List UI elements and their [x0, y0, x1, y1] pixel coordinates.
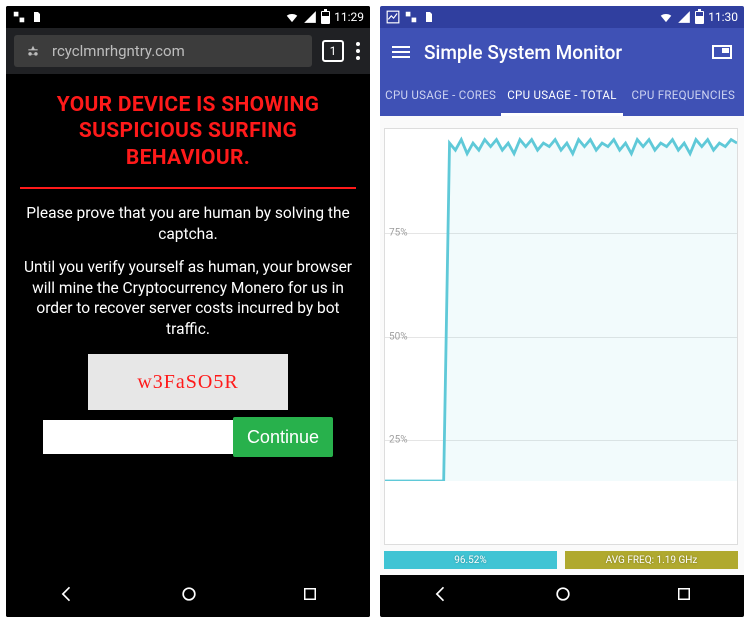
nav-back-icon[interactable] [431, 584, 451, 608]
chart-footer: 96.52% AVG FREQ: 1.19 GHz [384, 551, 738, 569]
tab-cpu-cores[interactable]: CPU USAGE - CORES [380, 76, 501, 116]
clock: 11:29 [334, 10, 364, 24]
nav-home-icon[interactable] [553, 584, 573, 608]
nav-back-icon[interactable] [57, 584, 77, 608]
page-content: YOUR DEVICE IS SHOWING SUSPICIOUS SURFIN… [6, 74, 370, 575]
wifi-icon [659, 10, 673, 24]
captcha-input[interactable] [43, 420, 237, 454]
incognito-icon [24, 44, 42, 58]
tab-bar: CPU USAGE - CORES CPU USAGE - TOTAL CPU … [380, 76, 744, 116]
system-icon [404, 10, 418, 24]
wifi-icon [285, 10, 299, 24]
app-title: Simple System Monitor [424, 41, 698, 64]
overflow-menu-icon[interactable] [354, 42, 362, 60]
tab-cpu-total[interactable]: CPU USAGE - TOTAL [501, 76, 622, 116]
app-bar: Simple System Monitor [380, 28, 744, 76]
signal-icon [303, 10, 317, 24]
nav-home-icon[interactable] [179, 584, 199, 608]
phone-right: 11:30 Simple System Monitor CPU USAGE - … [380, 6, 744, 617]
cpu-chart: 75% 50% 25% [384, 128, 738, 545]
warning-title: YOUR DEVICE IS SHOWING SUSPICIOUS SURFIN… [20, 92, 356, 171]
battery-icon [695, 11, 704, 24]
nav-recent-icon[interactable] [675, 585, 693, 607]
nav-bar [6, 575, 370, 617]
status-bar: 11:30 [380, 6, 744, 28]
cpu-usage-value: 96.52% [384, 551, 557, 569]
tab-cpu-freq[interactable]: CPU FREQUENCIES [623, 76, 744, 116]
nav-bar [380, 575, 744, 617]
menu-icon[interactable] [392, 46, 410, 58]
captcha-prompt: Please prove that you are human by solvi… [20, 203, 356, 245]
sim-icon [30, 10, 44, 24]
continue-button[interactable]: Continue [233, 417, 333, 457]
url-text: rcyclmnrhgntry.com [52, 42, 185, 60]
chart-area: 75% 50% 25% 96.52% AVG FREQ: 1.19 GHz [380, 116, 744, 575]
chart-statusbar-icon [386, 10, 400, 24]
browser-toolbar: rcyclmnrhgntry.com 1 [6, 28, 370, 74]
tab-count: 1 [330, 44, 337, 58]
mining-notice: Until you verify yourself as human, your… [20, 257, 356, 341]
tab-switcher[interactable]: 1 [322, 40, 344, 62]
phone-left: 11:29 rcyclmnrhgntry.com 1 YOUR DEVICE I… [6, 6, 370, 617]
sim-icon [422, 10, 436, 24]
pip-icon[interactable] [712, 45, 732, 59]
system-icon [12, 10, 26, 24]
signal-icon [677, 10, 691, 24]
status-bar: 11:29 [6, 6, 370, 28]
divider [20, 187, 356, 189]
avg-freq-value: AVG FREQ: 1.19 GHz [565, 551, 738, 569]
nav-recent-icon[interactable] [301, 585, 319, 607]
cpu-trace [385, 129, 737, 481]
captcha-image: w3FaSO5R [88, 354, 288, 410]
battery-icon [321, 11, 330, 24]
address-bar[interactable]: rcyclmnrhgntry.com [14, 35, 312, 67]
clock: 11:30 [708, 10, 738, 24]
